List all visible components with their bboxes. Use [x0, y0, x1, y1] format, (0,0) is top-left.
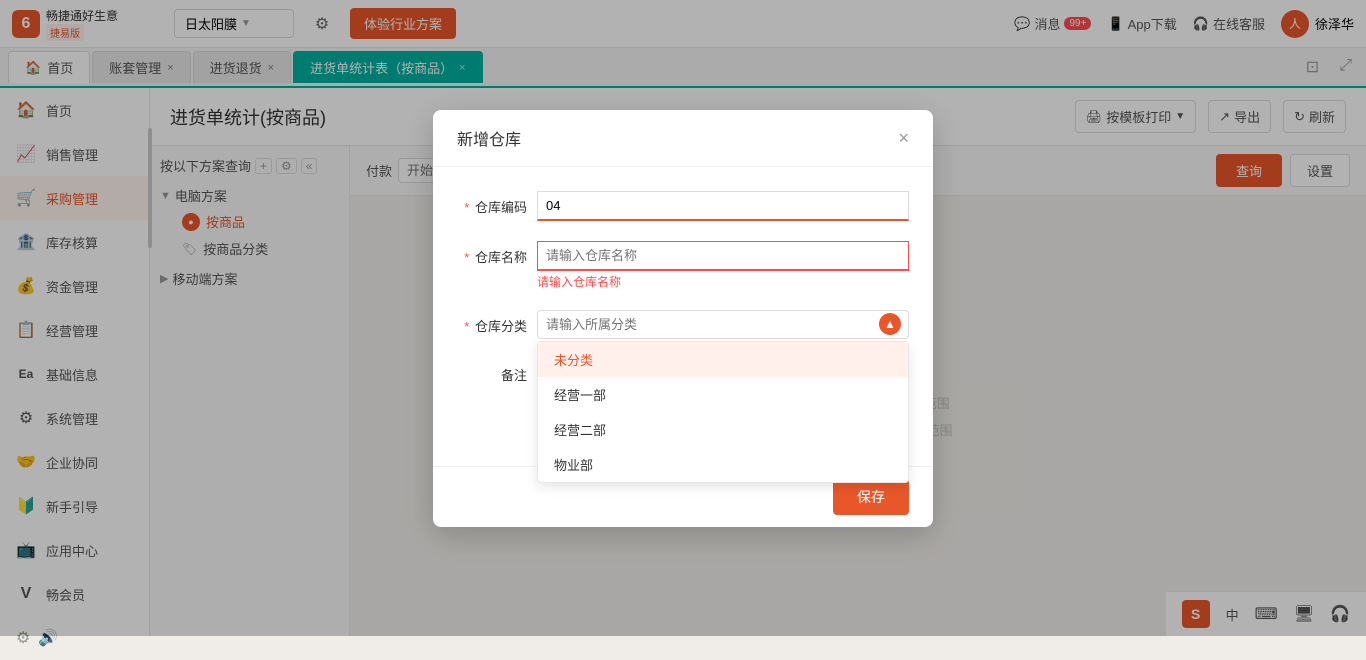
category-toggle-button[interactable]: ▲ [879, 313, 901, 335]
category-option-dept1[interactable]: 经营一部 [538, 377, 908, 412]
category-dropdown: 未分类 经营一部 经营二部 物业部 [537, 341, 909, 483]
required-star-3: * [464, 319, 469, 334]
warehouse-category-label: * 仓库分类 [457, 310, 537, 335]
required-star-1: * [464, 200, 469, 215]
warehouse-category-control: ▲ 未分类 经营一部 经营二部 物业部 [537, 310, 909, 339]
remark-label: 备注 [457, 359, 537, 384]
warehouse-code-row: * 仓库编码 [457, 191, 909, 221]
warehouse-code-control [537, 191, 909, 221]
modal-body: * 仓库编码 * 仓库名称 请输入仓库名称 [433, 167, 933, 466]
warehouse-name-label: * 仓库名称 [457, 241, 537, 266]
warehouse-name-control: 请输入仓库名称 [537, 241, 909, 290]
category-option-dept3[interactable]: 物业部 [538, 447, 908, 482]
category-option-dept2[interactable]: 经营二部 [538, 412, 908, 447]
warehouse-name-row: * 仓库名称 请输入仓库名称 [457, 241, 909, 290]
warehouse-name-input[interactable] [537, 241, 909, 271]
modal-header: 新增仓库 × [433, 110, 933, 167]
save-button[interactable]: 保存 [833, 479, 909, 515]
warehouse-code-input[interactable] [537, 191, 909, 221]
warehouse-code-label: * 仓库编码 [457, 191, 537, 216]
modal-title: 新增仓库 [457, 126, 521, 150]
warehouse-category-input[interactable] [537, 310, 909, 339]
add-warehouse-modal: 新增仓库 × * 仓库编码 * 仓库名称 [433, 110, 933, 527]
category-option-unclassified[interactable]: 未分类 [538, 342, 908, 377]
warehouse-name-error: 请输入仓库名称 [537, 273, 909, 290]
modal-close-button[interactable]: × [898, 129, 909, 147]
modal-backdrop: 新增仓库 × * 仓库编码 * 仓库名称 [0, 0, 1366, 636]
required-star-2: * [464, 250, 469, 265]
warehouse-category-row: * 仓库分类 ▲ 未分类 经营一部 经营二部 物业部 [457, 310, 909, 339]
